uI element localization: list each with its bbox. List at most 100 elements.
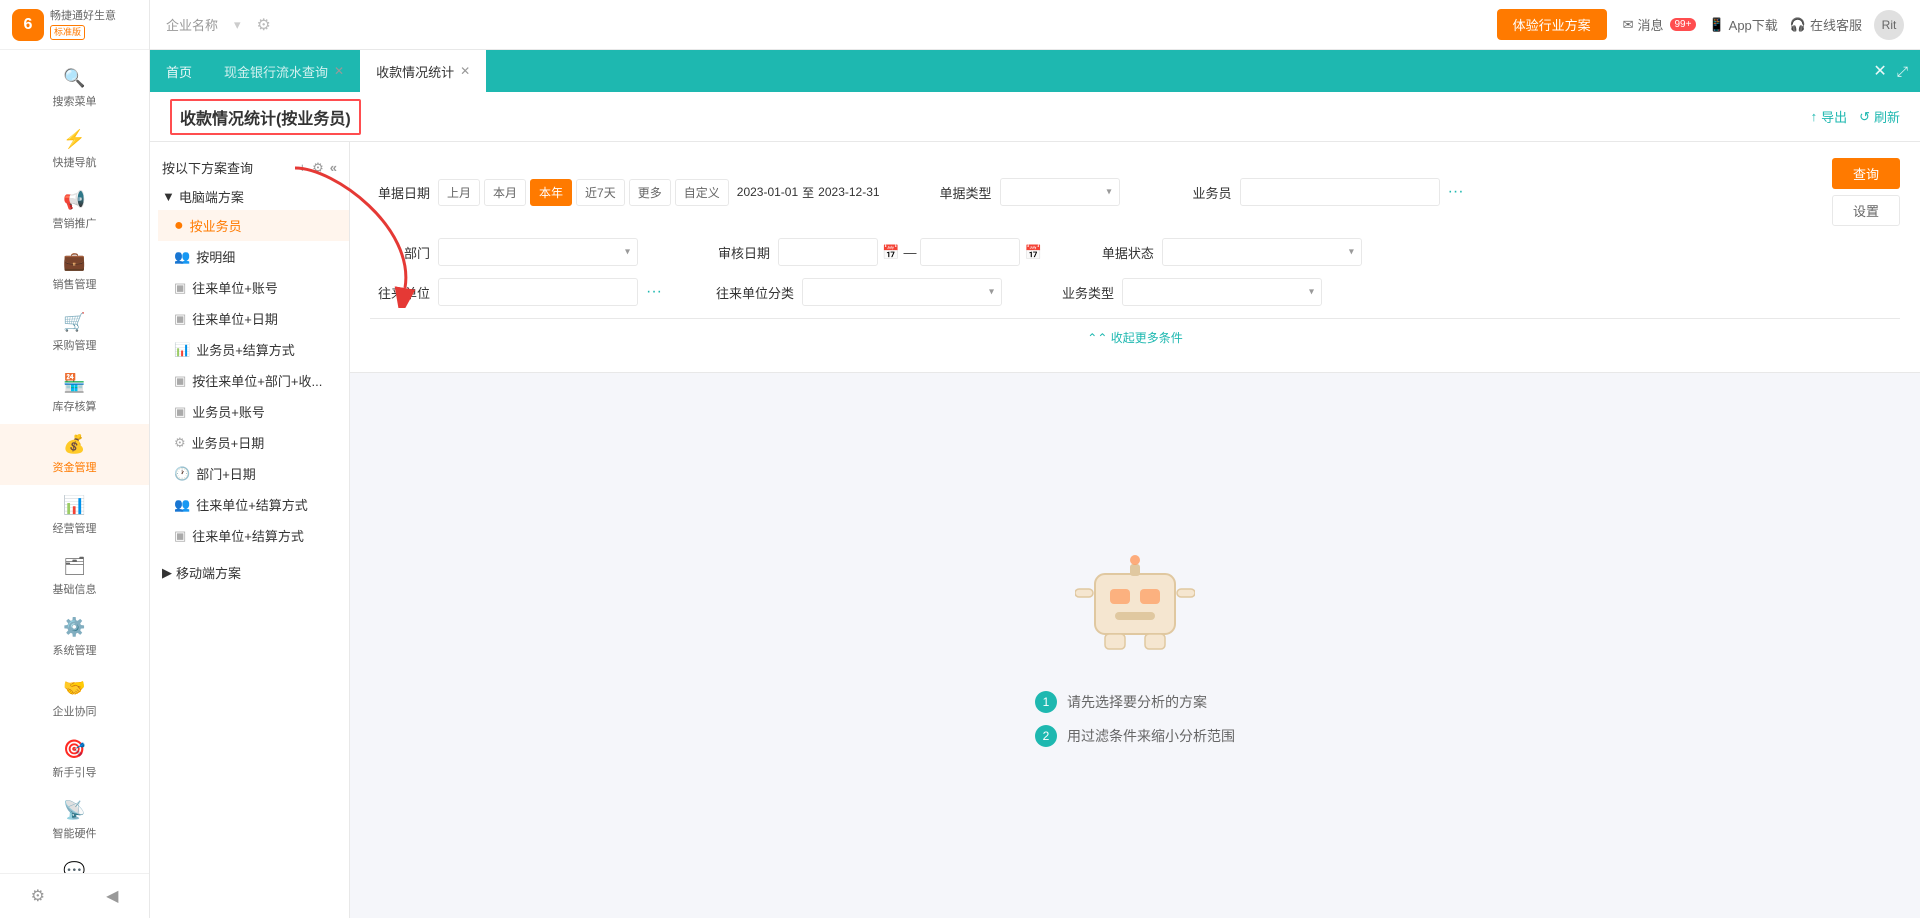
message-icon-item[interactable]: ✉ 消息 99+ bbox=[1623, 15, 1697, 34]
purchase-icon: 🛒 bbox=[63, 312, 85, 333]
scheme-item-1[interactable]: 👥 按明细 bbox=[158, 241, 349, 272]
logo-area: 6 畅捷通好生意 标准版 bbox=[0, 0, 149, 50]
scheme-item-4[interactable]: 📊 业务员+结算方式 bbox=[158, 334, 349, 365]
scheme-item-8[interactable]: 🕐 部门+日期 bbox=[158, 458, 349, 489]
app-download-item[interactable]: 📱 App下载 bbox=[1708, 15, 1777, 34]
scheme-add-icon[interactable]: + bbox=[299, 160, 307, 176]
salesperson-more-icon[interactable]: ··· bbox=[1448, 183, 1464, 201]
dept-select[interactable] bbox=[438, 238, 638, 266]
sidebar-item-guide[interactable]: 🎯 新手引导 bbox=[0, 729, 149, 790]
counterparty-input[interactable] bbox=[438, 278, 638, 306]
date-btn-more[interactable]: 更多 bbox=[629, 179, 671, 206]
date-btn-7days[interactable]: 近7天 bbox=[576, 179, 625, 206]
logo-icon: 6 bbox=[12, 9, 44, 41]
review-date-from[interactable] bbox=[778, 238, 878, 266]
export-btn[interactable]: ↑ 导出 bbox=[1811, 107, 1848, 126]
refresh-btn[interactable]: ↺ 刷新 bbox=[1859, 107, 1900, 126]
scheme-item-5-icon: ▣ bbox=[174, 373, 186, 389]
condition-dept: 部门 bbox=[370, 238, 638, 266]
query-button[interactable]: 查询 bbox=[1832, 158, 1900, 189]
tab-collection[interactable]: 收款情况统计 ✕ bbox=[360, 50, 486, 92]
scheme-item-9-icon: 👥 bbox=[174, 497, 190, 513]
date-btn-this-month[interactable]: 本月 bbox=[484, 179, 526, 206]
doc-type-select[interactable] bbox=[1000, 178, 1120, 206]
scheme-item-2[interactable]: ▣ 往来单位+账号 bbox=[158, 272, 349, 303]
sidebar-item-system[interactable]: ⚙️ 系统管理 bbox=[0, 607, 149, 668]
online-service-item[interactable]: 🎧 在线客服 bbox=[1790, 15, 1862, 34]
date-range-dash: — bbox=[903, 245, 916, 260]
tab-cash-flow[interactable]: 现金银行流水查询 ✕ bbox=[208, 50, 360, 92]
date-btn-this-year[interactable]: 本年 bbox=[530, 179, 572, 206]
scheme-item-10[interactable]: ▣ 往来单位+结算方式 bbox=[158, 520, 349, 551]
scheme-item-5-label: 按往来单位+部门+收... bbox=[192, 371, 322, 390]
sidebar-item-label: 智能硬件 bbox=[53, 825, 97, 841]
scheme-item-0-label: 按业务员 bbox=[190, 216, 242, 235]
date-label: 单据日期 bbox=[370, 183, 430, 202]
doc-status-select[interactable] bbox=[1162, 238, 1362, 266]
scheme-group-mobile[interactable]: ▶ 移动端方案 bbox=[150, 559, 349, 586]
sidebar-item-label: 资金管理 bbox=[53, 459, 97, 475]
query-action-btns: 查询 设置 bbox=[1832, 158, 1900, 226]
scheme-settings-icon[interactable]: ⚙ bbox=[312, 160, 324, 176]
sidebar-item-purchase[interactable]: 🛒 采购管理 bbox=[0, 302, 149, 363]
salesperson-input[interactable] bbox=[1240, 178, 1440, 206]
sidebar-item-basic[interactable]: 🗂 基础信息 bbox=[0, 546, 149, 607]
sidebar-item-sales[interactable]: 💼 销售管理 bbox=[0, 241, 149, 302]
sidebar-item-wechat[interactable]: 💬 企业微信 bbox=[0, 851, 149, 873]
query-panel: 单据日期 上月 本月 本年 近7天 更多 自定义 2023-01-01 bbox=[350, 142, 1920, 918]
scheme-item-6[interactable]: ▣ 业务员+账号 bbox=[158, 396, 349, 427]
query-conditions: 单据日期 上月 本月 本年 近7天 更多 自定义 2023-01-01 bbox=[350, 142, 1920, 373]
counterparty-cat-select-wrapper bbox=[802, 278, 1002, 306]
page-header-actions: ↑ 导出 ↺ 刷新 bbox=[1811, 107, 1900, 126]
sidebar-item-search-menu[interactable]: 🔍 搜索菜单 bbox=[0, 58, 149, 119]
step-2-number: 2 bbox=[1035, 725, 1057, 747]
date-btn-last-month[interactable]: 上月 bbox=[438, 179, 480, 206]
scheme-item-7[interactable]: ⚙ 业务员+日期 bbox=[158, 427, 349, 458]
doc-type-label: 单据类型 bbox=[932, 183, 992, 202]
tab-close-btn[interactable]: ✕ bbox=[1873, 61, 1886, 81]
date-separator-label: 至 bbox=[802, 184, 814, 201]
scheme-panel-actions: + ⚙ « bbox=[299, 160, 337, 176]
system-icon: ⚙️ bbox=[63, 617, 85, 638]
scheme-group-pc[interactable]: ▼ 电脑端方案 bbox=[150, 183, 349, 210]
counterparty-cat-select[interactable] bbox=[802, 278, 1002, 306]
sidebar-item-corp[interactable]: 🤝 企业协同 bbox=[0, 668, 149, 729]
review-date-group: 📅 — 📅 bbox=[778, 238, 1042, 266]
settings-bottom-icon[interactable]: ⚙ bbox=[31, 886, 45, 906]
scheme-item-9-label: 往来单位+结算方式 bbox=[196, 495, 308, 514]
scheme-collapse-icon[interactable]: « bbox=[330, 160, 337, 176]
review-date-to[interactable] bbox=[920, 238, 1020, 266]
scheme-item-3[interactable]: ▣ 往来单位+日期 bbox=[158, 303, 349, 334]
tab-collection-close[interactable]: ✕ bbox=[460, 64, 470, 78]
settings-button[interactable]: 设置 bbox=[1832, 195, 1900, 226]
sidebar-item-marketing[interactable]: 📢 营销推广 bbox=[0, 180, 149, 241]
scheme-item-0[interactable]: ● 按业务员 bbox=[158, 210, 349, 241]
collapse-sidebar-icon[interactable]: ◀ bbox=[106, 886, 118, 906]
user-avatar[interactable]: Rit bbox=[1874, 10, 1904, 40]
calendar-icon-to[interactable]: 📅 bbox=[1024, 244, 1041, 261]
sidebar-item-hardware[interactable]: 📡 智能硬件 bbox=[0, 790, 149, 851]
tab-home[interactable]: 首页 bbox=[150, 50, 208, 92]
operation-icon: 📊 bbox=[63, 495, 85, 516]
scheme-item-9[interactable]: 👥 往来单位+结算方式 bbox=[158, 489, 349, 520]
sidebar-item-operation[interactable]: 📊 经营管理 bbox=[0, 485, 149, 546]
collapse-conditions-btn[interactable]: ⌃⌃ 收起更多条件 bbox=[370, 318, 1900, 356]
tab-cash-flow-close[interactable]: ✕ bbox=[334, 64, 344, 78]
sidebar-item-inventory[interactable]: 🏪 库存核算 bbox=[0, 363, 149, 424]
trial-btn[interactable]: 体验行业方案 bbox=[1497, 9, 1607, 40]
hardware-icon: 📡 bbox=[63, 800, 85, 821]
sidebar-item-quick-nav[interactable]: ⚡ 快捷导航 bbox=[0, 119, 149, 180]
scheme-item-5[interactable]: ▣ 按往来单位+部门+收... bbox=[158, 365, 349, 396]
search-menu-icon: 🔍 bbox=[63, 68, 85, 89]
scheme-item-6-icon: ▣ bbox=[174, 404, 186, 420]
top-bar-left: 企业名称 ▾ ⚙ bbox=[166, 15, 271, 35]
calendar-icon-from[interactable]: 📅 bbox=[882, 244, 899, 261]
sidebar-item-finance[interactable]: 💰 资金管理 bbox=[0, 424, 149, 485]
date-btn-custom[interactable]: 自定义 bbox=[675, 179, 729, 206]
counterparty-more-icon[interactable]: ··· bbox=[646, 283, 662, 301]
service-icon: 🎧 bbox=[1790, 17, 1806, 33]
step-1-text: 请先选择要分析的方案 bbox=[1067, 692, 1207, 712]
tab-cash-flow-label: 现金银行流水查询 bbox=[224, 62, 328, 81]
biz-type-select[interactable] bbox=[1122, 278, 1322, 306]
tab-expand-btn[interactable]: ⤢ bbox=[1897, 63, 1908, 80]
